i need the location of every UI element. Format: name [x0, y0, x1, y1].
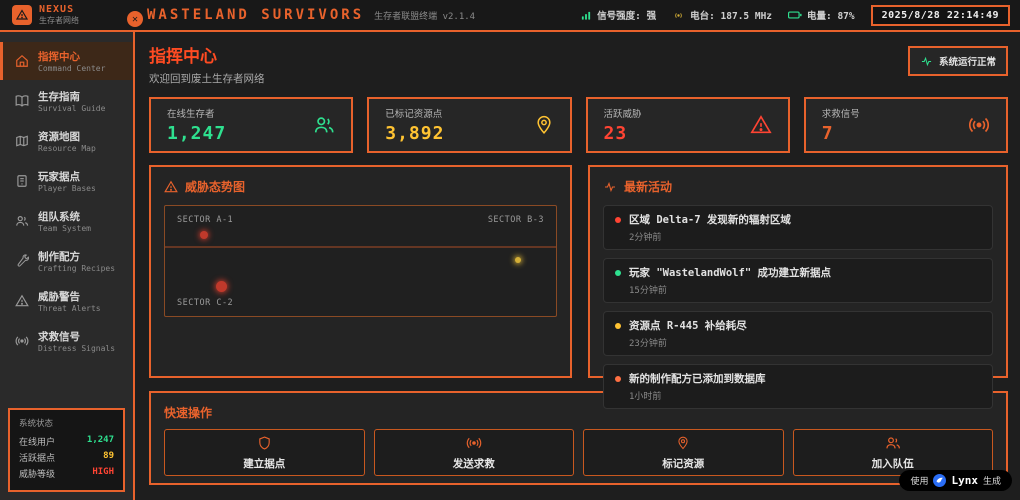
sector-label: SECTOR A-1	[177, 215, 234, 225]
activity-time: 2分钟前	[629, 233, 662, 243]
page-title: 指挥中心	[149, 47, 217, 67]
stat-card-distress-signals[interactable]: 求救信号 7	[803, 97, 1008, 153]
activity-panel: 最新活动 区域 Delta-7 发现新的辐射区域 2分钟前 玩家 "Wastel…	[588, 165, 1008, 409]
signal-bars-icon	[580, 10, 592, 21]
stat-card-active-threats[interactable]: 活跃威胁 23	[585, 97, 790, 153]
stat-card-marked-resources[interactable]: 已标记资源点 3,892	[367, 97, 572, 153]
activity-item[interactable]: 新的制作配方已添加到数据库 1小时前	[603, 364, 993, 409]
warning-icon	[15, 294, 30, 308]
base-icon	[15, 174, 30, 188]
logo-sub: 生存者网络	[39, 16, 79, 25]
threat-dot[interactable]	[514, 256, 521, 263]
system-status-box: 系统状态 在线用户 1,247 活跃据点 89 威胁等级 HIGH	[8, 408, 125, 492]
activity-item[interactable]: 玩家 "WastelandWolf" 成功建立新据点 15分钟前	[603, 258, 993, 303]
users-icon	[313, 114, 335, 136]
pulse-icon	[603, 181, 617, 193]
battery-icon	[788, 10, 802, 20]
wrench-icon	[15, 254, 30, 268]
threat-map-panel: 威胁态势图 SECTOR A-1 SECTOR B-3 SECTOR C-2	[149, 165, 572, 378]
nexus-logo: NEXUS 生存者网络	[0, 0, 135, 30]
sidebar-item-resource-map[interactable]: 资源地图 Resource Map	[0, 122, 133, 160]
top-bar: NEXUS 生存者网络 ✕ WASTELAND SURVIVORS 生存者联盟终…	[0, 0, 1020, 32]
map-divider-line	[165, 246, 556, 248]
battery-level: 电量: 87%	[788, 8, 855, 22]
warning-logo-icon	[12, 5, 32, 25]
status-row-online-users: 在线用户 1,247	[19, 435, 114, 448]
logo-name: NEXUS	[39, 4, 75, 15]
main-content: 指挥中心 欢迎回到废土生存者网络 系统运行正常 在线生存者 1,247 已标记资…	[137, 32, 1020, 500]
sidebar-item-player-bases[interactable]: 玩家据点 Player Bases	[0, 162, 133, 200]
status-dot	[615, 322, 621, 329]
map-icon	[15, 134, 30, 148]
sidebar-item-survival-guide[interactable]: 生存指南 Survival Guide	[0, 82, 133, 120]
build-base-button[interactable]: 建立据点	[164, 429, 365, 476]
location-pin-icon	[676, 435, 690, 451]
book-icon	[15, 94, 30, 108]
threat-dot[interactable]	[215, 280, 227, 292]
sidebar-item-team-system[interactable]: 组队系统 Team System	[0, 202, 133, 240]
broadcast-icon	[15, 334, 30, 348]
app-title: WASTELAND SURVIVORS	[147, 7, 365, 23]
close-icon[interactable]: ✕	[127, 11, 143, 27]
sidebar: 指挥中心 Command Center 生存指南 Survival Guide 资源…	[0, 32, 135, 500]
home-icon	[15, 54, 30, 68]
system-status-button[interactable]: 系统运行正常	[907, 46, 1008, 76]
broadcast-icon	[466, 435, 482, 451]
radio-frequency: 电台: 187.5 MHz	[672, 8, 772, 22]
stat-card-online-survivors[interactable]: 在线生存者 1,247	[149, 97, 354, 153]
mark-resource-button[interactable]: 标记资源	[583, 429, 784, 476]
status-row-active-bases: 活跃据点 89	[19, 451, 114, 464]
status-box-title: 系统状态	[19, 419, 54, 429]
page-subtitle: 欢迎回到废土生存者网络	[149, 73, 265, 85]
status-dot	[615, 269, 621, 276]
threat-map-title: 威胁态势图	[185, 180, 246, 194]
sidebar-item-distress-signals[interactable]: 求救信号 Distress Signals	[0, 322, 133, 360]
users-icon	[885, 435, 901, 451]
sidebar-item-crafting-recipes[interactable]: 制作配方 Crafting Recipes	[0, 242, 133, 280]
activity-item[interactable]: 资源点 R-445 补给耗尽 23分钟前	[603, 311, 993, 356]
status-dot	[615, 375, 621, 382]
signal-strength: 信号强度: 强	[580, 8, 656, 22]
sector-label: SECTOR C-2	[177, 298, 234, 308]
activity-item[interactable]: 区域 Delta-7 发现新的辐射区域 2分钟前	[603, 205, 993, 250]
lynx-generated-badge[interactable]: 使用 Lynx 生成	[899, 470, 1012, 491]
activity-title: 最新活动	[624, 180, 673, 194]
sector-label: SECTOR B-3	[487, 215, 544, 225]
quick-actions-title: 快速操作	[164, 406, 213, 420]
users-icon	[15, 214, 30, 228]
activity-time: 15分钟前	[629, 286, 667, 296]
app-version: 生存者联盟终端 v2.1.4	[374, 12, 476, 22]
send-distress-button[interactable]: 发送求救	[373, 429, 574, 476]
broadcast-icon	[968, 114, 990, 136]
join-team-button[interactable]: 加入队伍	[792, 429, 993, 476]
activity-time: 23分钟前	[629, 339, 667, 349]
warning-icon	[750, 114, 772, 136]
activity-time: 1小时前	[629, 392, 662, 402]
lynx-logo-icon	[933, 474, 947, 487]
pulse-icon	[920, 56, 933, 67]
status-row-threat-level: 威胁等级 HIGH	[19, 467, 114, 480]
shield-icon	[257, 435, 272, 451]
threat-dot[interactable]	[200, 231, 209, 240]
sidebar-item-command-center[interactable]: 指挥中心 Command Center	[0, 42, 133, 80]
threat-map[interactable]: SECTOR A-1 SECTOR B-3 SECTOR C-2	[164, 205, 557, 317]
sidebar-item-threat-alerts[interactable]: 威胁警告 Threat Alerts	[0, 282, 133, 320]
radio-icon	[672, 10, 685, 21]
location-pin-icon	[534, 114, 554, 136]
status-dot	[615, 216, 621, 223]
warning-icon	[164, 180, 178, 194]
system-clock: 2025/8/28 22:14:49	[870, 4, 1010, 26]
